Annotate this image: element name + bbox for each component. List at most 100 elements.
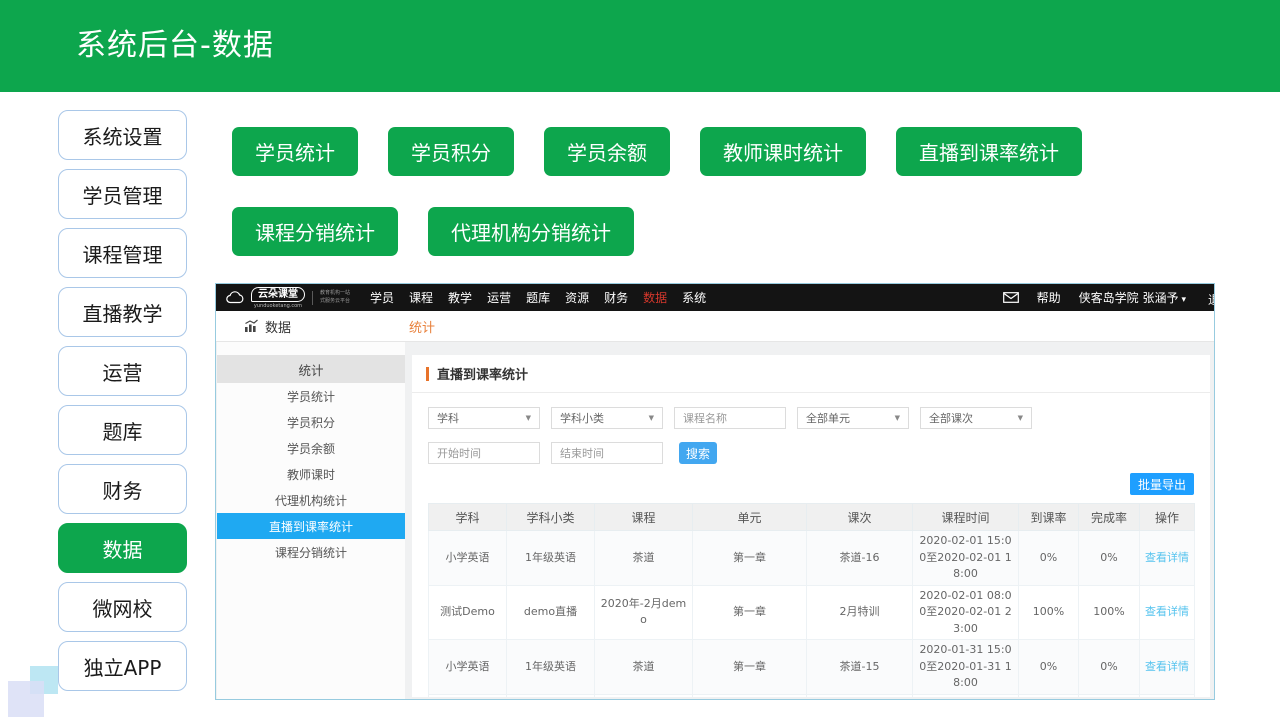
cell: 1年级英语 bbox=[507, 531, 595, 586]
admin-nav-item-1[interactable]: 课程 bbox=[409, 289, 433, 306]
user-menu[interactable]: 侠客岛学院 张涵予▾ bbox=[1079, 289, 1186, 306]
all-lessons-select[interactable]: 全部课次 ▼ bbox=[920, 407, 1032, 429]
stat-button-r1-0[interactable]: 学员统计 bbox=[232, 127, 358, 176]
table-header-0: 学科 bbox=[429, 504, 507, 531]
subject-select[interactable]: 学科 ▼ bbox=[428, 407, 540, 429]
page-header: 系统后台-数据 bbox=[0, 0, 1280, 92]
stats-menu-item-2[interactable]: 学员余额 bbox=[217, 435, 405, 461]
cell: 0% bbox=[1019, 640, 1079, 695]
bar-chart-icon bbox=[244, 319, 259, 333]
admin-nav-item-7[interactable]: 数据 bbox=[643, 289, 667, 306]
cell: 小学英语 bbox=[429, 694, 507, 697]
chevron-down-icon: ▼ bbox=[1018, 414, 1023, 422]
stat-buttons-row-2: 课程分销统计代理机构分销统计 bbox=[232, 207, 634, 256]
page: 系统后台-数据 系统设置学员管理课程管理直播教学运营题库财务数据微网校独立APP… bbox=[0, 0, 1280, 720]
cell: 1年级英语 bbox=[507, 640, 595, 695]
action-cell: 查看详情 bbox=[1140, 585, 1195, 640]
admin-nav-item-6[interactable]: 财务 bbox=[604, 289, 628, 306]
chevron-down-icon: ▼ bbox=[649, 414, 654, 422]
sidebar-item-9[interactable]: 独立APP bbox=[58, 641, 187, 691]
cell: 第一章 bbox=[693, 531, 807, 586]
stats-menu-item-3[interactable]: 教师课时 bbox=[217, 461, 405, 487]
stat-button-r2-1[interactable]: 代理机构分销统计 bbox=[428, 207, 634, 256]
stat-button-r1-4[interactable]: 直播到课率统计 bbox=[896, 127, 1082, 176]
sidebar-item-3[interactable]: 直播教学 bbox=[58, 287, 187, 337]
stat-buttons-row-1: 学员统计学员积分学员余额教师课时统计直播到课率统计 bbox=[232, 127, 1082, 176]
end-time-input[interactable] bbox=[551, 442, 663, 464]
stat-button-r1-3[interactable]: 教师课时统计 bbox=[700, 127, 866, 176]
cell: 第一章 bbox=[693, 640, 807, 695]
breadcrumb: 数据 bbox=[244, 317, 291, 336]
view-details-link[interactable]: 查看详情 bbox=[1145, 551, 1189, 564]
cell: 2月特训 bbox=[807, 585, 913, 640]
admin-nav-item-5[interactable]: 资源 bbox=[565, 289, 589, 306]
sidebar-item-5[interactable]: 题库 bbox=[58, 405, 187, 455]
sidebar-item-1[interactable]: 学员管理 bbox=[58, 169, 187, 219]
cell: 茶道-15 bbox=[807, 640, 913, 695]
stats-menu-item-0[interactable]: 学员统计 bbox=[217, 383, 405, 409]
cell: 0% bbox=[1019, 694, 1079, 697]
admin-nav-item-0[interactable]: 学员 bbox=[370, 289, 394, 306]
stats-menu-item-4[interactable]: 代理机构统计 bbox=[217, 487, 405, 513]
cell: 100% bbox=[1079, 585, 1140, 640]
table-row: 测试Demodemo直播2020年-2月demo第一章2月特训2020-02-0… bbox=[429, 585, 1195, 640]
admin-nav-item-4[interactable]: 题库 bbox=[526, 289, 550, 306]
cell: 2020-02-01 08:00至2020-02-01 23:00 bbox=[913, 585, 1019, 640]
cell: 第一章 bbox=[693, 585, 807, 640]
admin-nav-item-2[interactable]: 教学 bbox=[448, 289, 472, 306]
admin-nav-item-3[interactable]: 运营 bbox=[487, 289, 511, 306]
logo-divider bbox=[312, 291, 313, 305]
mail-icon[interactable] bbox=[1003, 292, 1019, 303]
stat-button-r1-2[interactable]: 学员余额 bbox=[544, 127, 670, 176]
stats-menu-item-1[interactable]: 学员积分 bbox=[217, 409, 405, 435]
help-link[interactable]: 帮助 bbox=[1037, 289, 1061, 306]
admin-top-right: 帮助 侠客岛学院 张涵予▾ bbox=[1003, 289, 1204, 306]
filter-row-1: 学科 ▼ 学科小类 ▼ 全部单元 ▼ 全部课次 bbox=[428, 407, 1194, 429]
admin-screenshot: 云朵课堂 yunduoketang.com 教育机构一站 式服务云平台 学员课程… bbox=[215, 283, 1215, 700]
cloud-icon bbox=[226, 291, 244, 304]
batch-export-button[interactable]: 批量导出 bbox=[1130, 473, 1194, 495]
stats-menu-item-5[interactable]: 直播到课率统计 bbox=[217, 513, 405, 539]
cell: 2020-01-31 15:00至2020-01-31 18:00 bbox=[913, 640, 1019, 695]
table-header-row: 学科学科小类课程单元课次课程时间到课率完成率操作 bbox=[429, 504, 1195, 531]
course-name-input[interactable] bbox=[674, 407, 786, 429]
logo-tagline-line1: 教育机构一站 bbox=[320, 290, 350, 298]
admin-nav-item-8[interactable]: 系统 bbox=[682, 289, 706, 306]
cell: 2020-02-01 15:00至2020-02-01 18:00 bbox=[913, 531, 1019, 586]
title-accent-bar bbox=[426, 367, 429, 381]
cell: 0% bbox=[1019, 531, 1079, 586]
stats-sidebar: 统计 学员统计学员积分学员余额教师课时代理机构统计直播到课率统计课程分销统计 bbox=[217, 342, 405, 699]
sidebar-item-6[interactable]: 财务 bbox=[58, 464, 187, 514]
sidebar-item-4[interactable]: 运营 bbox=[58, 346, 187, 396]
view-details-link[interactable]: 查看详情 bbox=[1145, 605, 1189, 618]
search-button[interactable]: 搜索 bbox=[679, 442, 717, 464]
breadcrumb-section: 数据 bbox=[265, 317, 291, 336]
tab-statistics[interactable]: 统计 bbox=[409, 317, 435, 336]
user-name: 侠客岛学院 张涵予 bbox=[1079, 291, 1179, 305]
sidebar-item-7[interactable]: 数据 bbox=[58, 523, 187, 573]
all-units-select[interactable]: 全部单元 ▼ bbox=[797, 407, 909, 429]
table-header-8: 操作 bbox=[1140, 504, 1195, 531]
view-details-link[interactable]: 查看详情 bbox=[1145, 660, 1189, 673]
left-sidebar: 系统设置学员管理课程管理直播教学运营题库财务数据微网校独立APP bbox=[58, 110, 187, 700]
table-row: 小学英语1年级英语茶道第一章茶道-162020-02-01 15:00至2020… bbox=[429, 531, 1195, 586]
sidebar-item-2[interactable]: 课程管理 bbox=[58, 228, 187, 278]
admin-breadcrumb-bar: 数据 统计 bbox=[216, 311, 1214, 342]
stat-button-r1-1[interactable]: 学员积分 bbox=[388, 127, 514, 176]
yunduo-logo: 云朵课堂 yunduoketang.com 教育机构一站 式服务云平台 bbox=[226, 287, 350, 309]
cell: 茶道 bbox=[595, 640, 693, 695]
subject-subtype-select[interactable]: 学科小类 ▼ bbox=[551, 407, 663, 429]
subject-subtype-select-value: 学科小类 bbox=[560, 410, 604, 426]
all-lessons-select-value: 全部课次 bbox=[929, 410, 973, 426]
chevron-down-icon: ▾ bbox=[1181, 295, 1186, 305]
cell: 测试Demo bbox=[429, 585, 507, 640]
stat-button-r2-0[interactable]: 课程分销统计 bbox=[232, 207, 398, 256]
cell: 寒假辅导-5 bbox=[807, 694, 913, 697]
cell: 100% bbox=[1019, 585, 1079, 640]
sidebar-item-8[interactable]: 微网校 bbox=[58, 582, 187, 632]
cell: 2020年-2月demo bbox=[595, 585, 693, 640]
stats-menu-item-6[interactable]: 课程分销统计 bbox=[217, 539, 405, 565]
admin-top-nav: 云朵课堂 yunduoketang.com 教育机构一站 式服务云平台 学员课程… bbox=[216, 284, 1214, 311]
start-time-input[interactable] bbox=[428, 442, 540, 464]
sidebar-item-0[interactable]: 系统设置 bbox=[58, 110, 187, 160]
